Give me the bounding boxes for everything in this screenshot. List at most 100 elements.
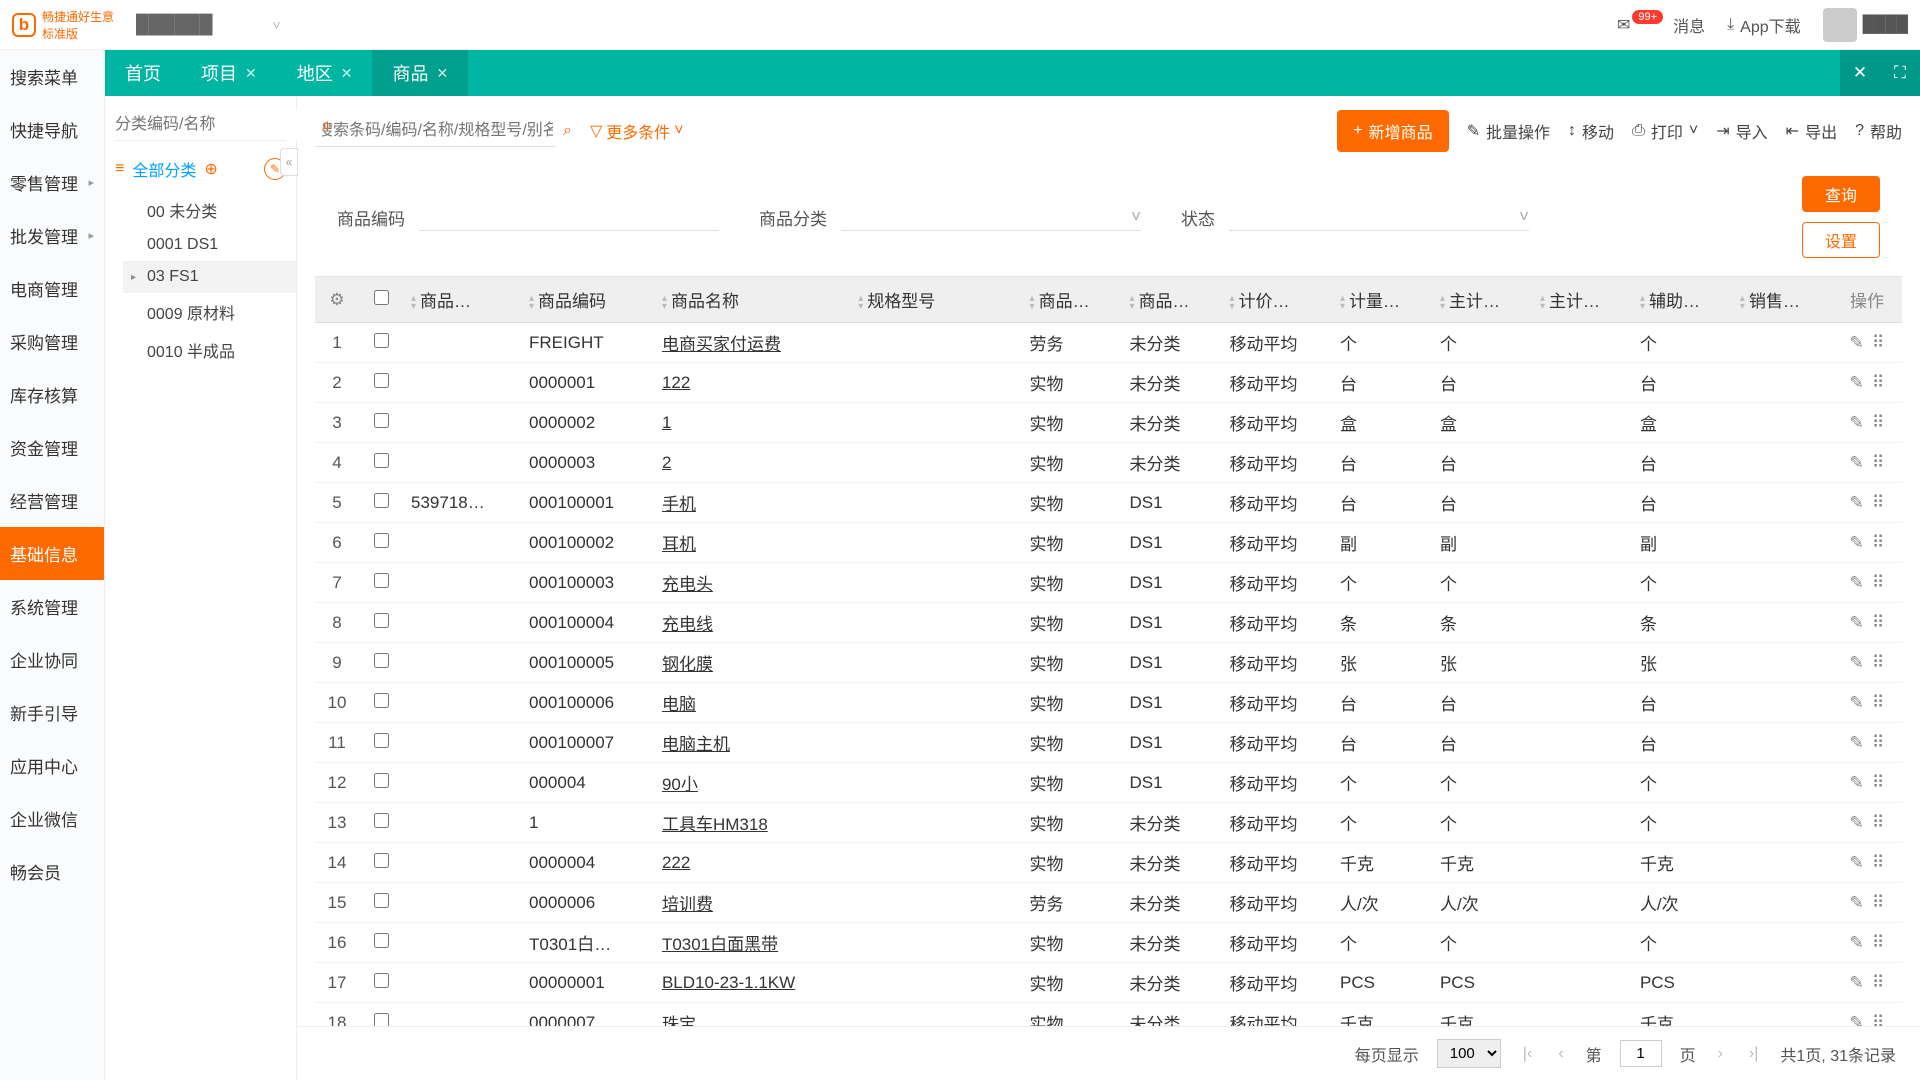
row-checkbox[interactable] [374, 973, 389, 988]
close-icon[interactable]: ✕ [245, 65, 257, 82]
more-icon[interactable]: ⠿ [1872, 733, 1884, 752]
col-attr[interactable]: ▴▾商品… [1022, 277, 1122, 323]
cell-name[interactable]: 电脑主机 [654, 723, 850, 763]
table-row[interactable]: 180000007珠宝实物未分类移动平均千克千克千克✎⠿ [315, 1003, 1902, 1027]
more-icon[interactable]: ⠿ [1872, 653, 1884, 672]
edit-icon[interactable]: ✎ [1850, 493, 1864, 512]
edit-icon[interactable]: ✎ [1850, 813, 1864, 832]
sidenav-item-6[interactable]: 库存核算 [0, 368, 104, 421]
close-icon[interactable]: ✕ [436, 65, 448, 82]
table-row[interactable]: 140000004222实物未分类移动平均千克千克千克✎⠿ [315, 843, 1902, 883]
table-row[interactable]: 6000100002耳机实物DS1移动平均副副副✎⠿ [315, 523, 1902, 563]
row-checkbox[interactable] [374, 653, 389, 668]
table-scroll[interactable]: ⚙ ▴▾商品… ▴▾商品编码 ▴▾商品名称 ▴▾规格型号 ▴▾商品… ▴▾商品…… [315, 276, 1902, 1026]
print-button[interactable]: ⎙打印 ˅ [1632, 119, 1698, 143]
sidenav-item-10[interactable]: 系统管理 [0, 580, 104, 633]
help-button[interactable]: ?帮助 [1855, 119, 1902, 143]
tab-1[interactable]: 项目✕ [181, 50, 277, 96]
more-icon[interactable]: ⠿ [1872, 333, 1884, 352]
category-search-input[interactable] [115, 110, 322, 140]
category-item-0[interactable]: 00 未分类 [123, 191, 296, 229]
batch-ops-button[interactable]: ✎批量操作 [1467, 119, 1550, 143]
sidenav-item-1[interactable]: 快捷导航 [0, 103, 104, 156]
category-search[interactable]: ⌕ [115, 110, 286, 141]
cell-name[interactable]: 培训费 [654, 883, 850, 923]
col-config-button[interactable]: ⚙ [315, 277, 359, 323]
table-row[interactable]: 10000100006电脑实物DS1移动平均台台台✎⠿ [315, 683, 1902, 723]
table-row[interactable]: 300000021实物未分类移动平均盒盒盒✎⠿ [315, 403, 1902, 443]
sidenav-item-12[interactable]: 新手引导 [0, 686, 104, 739]
tab-3[interactable]: 商品✕ [372, 50, 468, 96]
row-checkbox[interactable] [374, 773, 389, 788]
table-row[interactable]: 1FREIGHT电商买家付运费劳务未分类移动平均个个个✎⠿ [315, 323, 1902, 363]
cell-name[interactable]: 珠宝 [654, 1003, 850, 1027]
col-qty[interactable]: ▴▾计量… [1332, 277, 1432, 323]
sidenav-item-2[interactable]: 零售管理▸ [0, 156, 104, 209]
col-img[interactable]: ▴▾商品… [403, 277, 521, 323]
product-search-input[interactable] [315, 116, 555, 147]
table-row[interactable]: 9000100005钢化膜实物DS1移动平均张张张✎⠿ [315, 643, 1902, 683]
move-button[interactable]: ↕移动 [1568, 119, 1614, 143]
search-icon[interactable]: ⌕ [563, 122, 572, 140]
more-icon[interactable]: ⠿ [1872, 493, 1884, 512]
edit-icon[interactable]: ✎ [1850, 453, 1864, 472]
col-name[interactable]: ▴▾商品名称 [654, 277, 850, 323]
sidenav-item-8[interactable]: 经营管理 [0, 474, 104, 527]
sidenav-item-14[interactable]: 企业微信 [0, 792, 104, 845]
category-item-2[interactable]: ▸03 FS1 [123, 261, 296, 293]
table-row[interactable]: 150000006培训费劳务未分类移动平均人/次人/次人/次✎⠿ [315, 883, 1902, 923]
row-checkbox[interactable] [374, 1013, 389, 1027]
cell-name[interactable]: 钢化膜 [654, 643, 850, 683]
fullscreen-button[interactable]: ⛶ [1880, 50, 1920, 96]
first-page-button[interactable]: |‹ [1519, 1045, 1536, 1063]
cell-name[interactable]: 电商买家付运费 [654, 323, 850, 363]
cell-name[interactable]: 手机 [654, 483, 850, 523]
edit-icon[interactable]: ✎ [1850, 893, 1864, 912]
more-icon[interactable]: ⠿ [1872, 1013, 1884, 1027]
more-icon[interactable]: ⠿ [1872, 573, 1884, 592]
sidenav-item-15[interactable]: 畅会员 [0, 845, 104, 898]
cell-name[interactable]: 电脑 [654, 683, 850, 723]
more-icon[interactable]: ⠿ [1872, 453, 1884, 472]
edit-icon[interactable]: ✎ [1850, 733, 1864, 752]
col-aux[interactable]: ▴▾辅助… [1632, 277, 1732, 323]
edit-icon[interactable]: ✎ [1850, 933, 1864, 952]
page-input[interactable] [1620, 1040, 1662, 1067]
row-checkbox[interactable] [374, 373, 389, 388]
settings-button[interactable]: 设置 [1802, 222, 1880, 258]
user-menu[interactable]: ████ [1823, 8, 1908, 42]
cell-name[interactable]: T0301白面黑带 [654, 923, 850, 963]
sidenav-item-0[interactable]: 搜索菜单 [0, 50, 104, 103]
edit-icon[interactable]: ✎ [1850, 973, 1864, 992]
edit-icon[interactable]: ✎ [1850, 373, 1864, 392]
cell-name[interactable]: 1 [654, 403, 850, 443]
more-icon[interactable]: ⠿ [1872, 693, 1884, 712]
row-checkbox[interactable] [374, 693, 389, 708]
more-icon[interactable]: ⠿ [1872, 973, 1884, 992]
col-main1[interactable]: ▴▾主计… [1432, 277, 1532, 323]
edit-icon[interactable]: ✎ [1850, 653, 1864, 672]
more-icon[interactable]: ⠿ [1872, 373, 1884, 392]
table-row[interactable]: 1200000490小实物DS1移动平均个个个✎⠿ [315, 763, 1902, 803]
row-checkbox[interactable] [374, 813, 389, 828]
edit-icon[interactable]: ✎ [1850, 853, 1864, 872]
export-button[interactable]: ⇤导出 [1786, 119, 1837, 143]
col-cat[interactable]: ▴▾商品… [1122, 277, 1222, 323]
cell-name[interactable]: 122 [654, 363, 850, 403]
app-download-button[interactable]: ⤓ App下载 [1727, 13, 1801, 37]
row-checkbox[interactable] [374, 453, 389, 468]
row-checkbox[interactable] [374, 733, 389, 748]
more-icon[interactable]: ⠿ [1872, 933, 1884, 952]
col-code[interactable]: ▴▾商品编码 [521, 277, 654, 323]
category-item-1[interactable]: 0001 DS1 [123, 229, 296, 261]
sidenav-item-3[interactable]: 批发管理▸ [0, 209, 104, 262]
edit-icon[interactable]: ✎ [1850, 1013, 1864, 1027]
row-checkbox[interactable] [374, 533, 389, 548]
more-icon[interactable]: ⠿ [1872, 533, 1884, 552]
row-checkbox[interactable] [374, 933, 389, 948]
table-row[interactable]: 400000032实物未分类移动平均台台台✎⠿ [315, 443, 1902, 483]
cell-name[interactable]: 工具车HM318 [654, 803, 850, 843]
per-page-select[interactable]: 100 [1437, 1039, 1501, 1068]
more-icon[interactable]: ⠿ [1872, 813, 1884, 832]
row-checkbox[interactable] [374, 853, 389, 868]
